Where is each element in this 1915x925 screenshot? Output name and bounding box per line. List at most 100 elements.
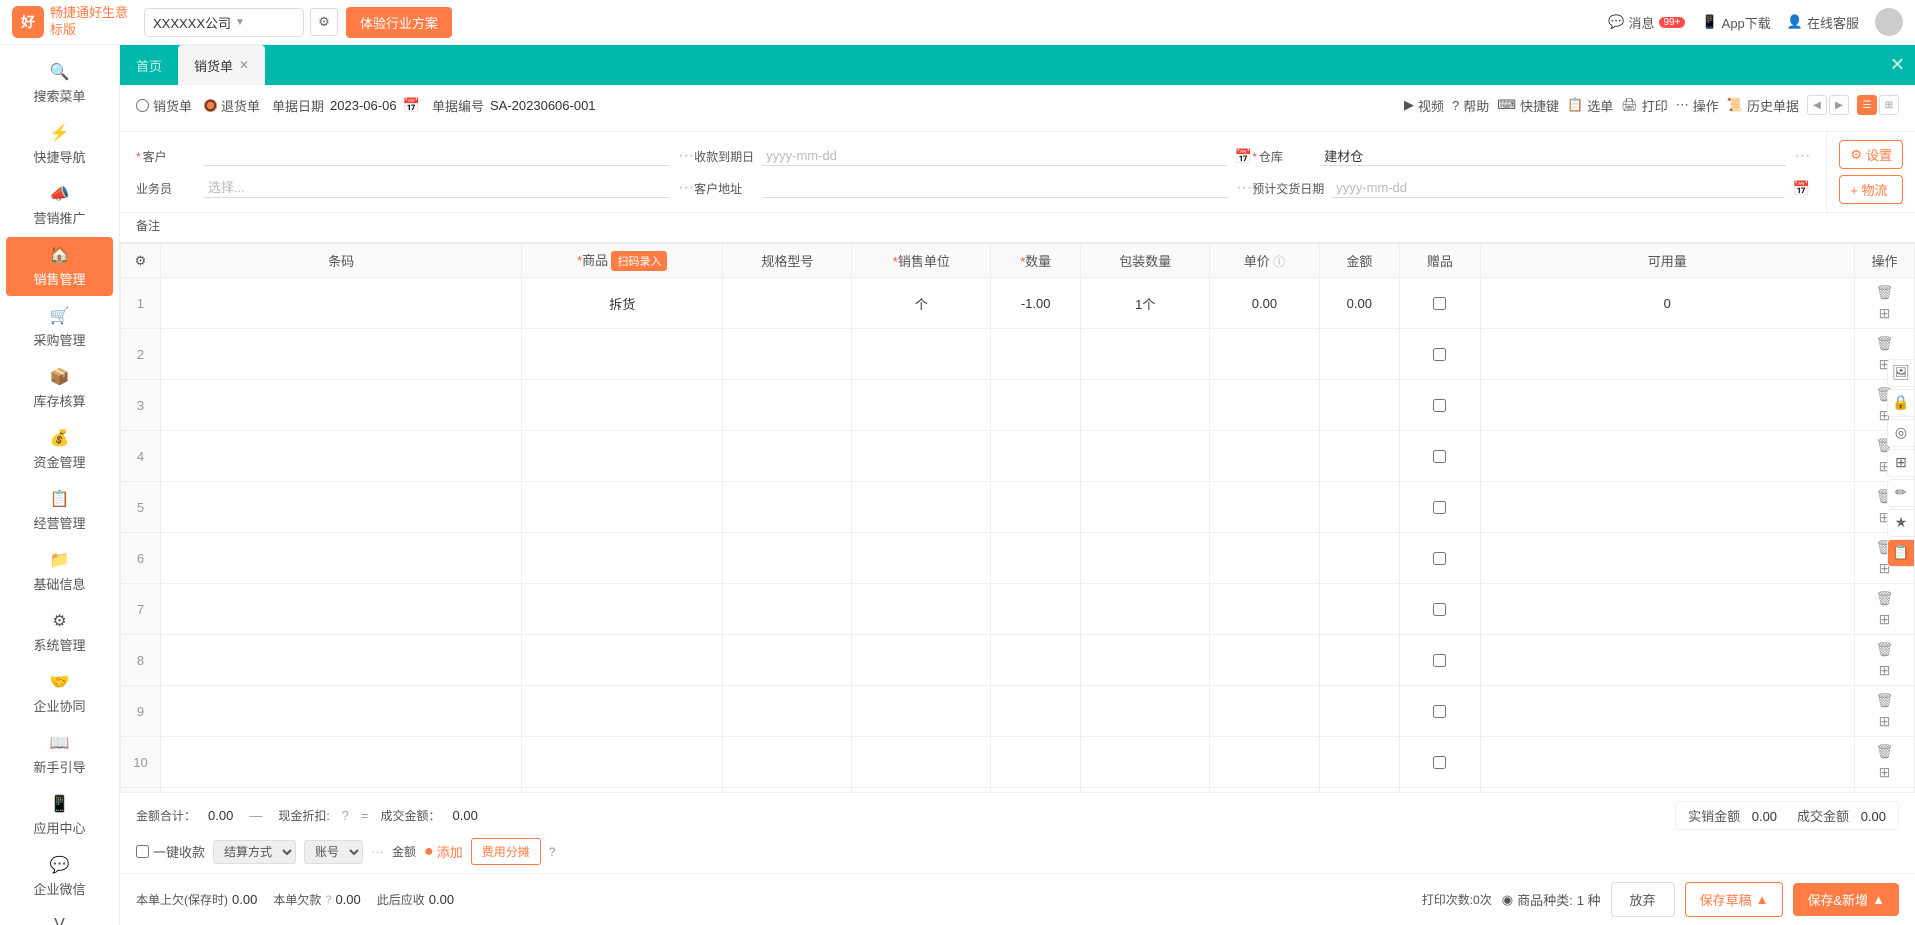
radio-sales-bill[interactable]: 销货单 — [136, 96, 192, 115]
row-pack-qty[interactable] — [1081, 635, 1210, 686]
row-spec[interactable] — [723, 278, 852, 329]
row-product[interactable] — [522, 533, 723, 584]
row-spec[interactable] — [723, 584, 852, 635]
row-pack-qty[interactable] — [1081, 329, 1210, 380]
customer-input[interactable] — [204, 146, 670, 166]
tab-bar-close-btn[interactable]: ✕ — [1890, 55, 1905, 76]
row-quantity[interactable] — [991, 737, 1081, 788]
calendar-icon[interactable]: 📅 — [403, 97, 420, 114]
row-pack-qty[interactable] — [1081, 431, 1210, 482]
row-pack-qty[interactable] — [1081, 686, 1210, 737]
warehouse-more-icon[interactable]: ··· — [1794, 147, 1810, 165]
row-amount[interactable] — [1319, 737, 1400, 788]
expense-help-icon[interactable]: ? — [549, 845, 556, 859]
row-gift[interactable] — [1400, 635, 1481, 686]
avatar[interactable] — [1875, 8, 1903, 36]
row-pack-qty[interactable] — [1081, 482, 1210, 533]
row-barcode[interactable] — [161, 380, 522, 431]
row-barcode[interactable] — [161, 686, 522, 737]
one-click-pay-checkbox[interactable]: 一键收款 — [136, 842, 205, 861]
payment-date-input[interactable] — [762, 146, 1227, 166]
radio-return-bill[interactable]: 退货单 — [204, 96, 260, 115]
expense-split-btn[interactable]: 费用分摊 — [471, 838, 541, 865]
copy-row-btn[interactable]: ⊞ — [1875, 762, 1895, 783]
addr-more-icon[interactable]: ··· — [1236, 179, 1252, 197]
copy-row-btn[interactable]: ⊞ — [1875, 609, 1895, 630]
row-spec[interactable] — [723, 431, 852, 482]
row-quantity[interactable]: -1.00 — [991, 278, 1081, 329]
sidebar-item-guide[interactable]: 📖 新手引导 — [6, 725, 113, 784]
row-pack-qty[interactable]: 1个 — [1081, 278, 1210, 329]
float-star-btn[interactable]: ★ — [1887, 509, 1915, 537]
float-image-btn[interactable]: 🖼 — [1887, 359, 1915, 387]
row-amount[interactable]: 0.00 — [1319, 278, 1400, 329]
row-unit[interactable] — [852, 686, 991, 737]
float-circle-btn[interactable]: ◎ — [1887, 419, 1915, 447]
row-unit-price[interactable] — [1210, 635, 1319, 686]
next-btn[interactable]: ▶ — [1829, 95, 1849, 115]
online-service-btn[interactable]: 👤 在线客服 — [1787, 13, 1859, 32]
sidebar-item-wechat[interactable]: 💬 企业微信 — [6, 847, 113, 906]
customer-addr-input[interactable] — [762, 178, 1228, 198]
prev-btn[interactable]: ◀ — [1807, 95, 1827, 115]
delete-row-btn[interactable]: 🗑 — [1872, 690, 1898, 711]
row-quantity[interactable] — [991, 380, 1081, 431]
row-amount[interactable] — [1319, 431, 1400, 482]
warehouse-input[interactable] — [1320, 146, 1786, 166]
row-product[interactable] — [522, 329, 723, 380]
row-quantity[interactable] — [991, 635, 1081, 686]
row-unit[interactable] — [852, 329, 991, 380]
row-gift[interactable] — [1400, 329, 1481, 380]
row-amount[interactable] — [1319, 380, 1400, 431]
row-unit[interactable] — [852, 584, 991, 635]
shortcut-btn[interactable]: ⌨ 快捷键 — [1497, 96, 1559, 115]
row-barcode[interactable] — [161, 635, 522, 686]
row-unit[interactable] — [852, 533, 991, 584]
row-pack-qty[interactable] — [1081, 584, 1210, 635]
row-product[interactable]: 拆货 — [522, 278, 723, 329]
copy-row-btn[interactable]: ⊞ — [1875, 660, 1895, 681]
add-btn[interactable]: ● 添加 — [424, 842, 463, 861]
row-amount[interactable] — [1319, 329, 1400, 380]
settings-action-btn[interactable]: ⚙ 设置 — [1839, 140, 1903, 169]
row-amount[interactable] — [1319, 584, 1400, 635]
row-quantity[interactable] — [991, 533, 1081, 584]
customer-more-icon[interactable]: ··· — [678, 147, 694, 165]
settings-button[interactable]: ⚙ — [310, 8, 338, 36]
delete-row-btn[interactable]: 🗑 — [1872, 333, 1898, 354]
row-quantity[interactable] — [991, 584, 1081, 635]
tab-close-icon[interactable]: ✕ — [239, 58, 249, 72]
row-amount[interactable] — [1319, 635, 1400, 686]
row-unit-price[interactable] — [1210, 380, 1319, 431]
row-unit-price[interactable] — [1210, 482, 1319, 533]
float-table-btn[interactable]: ⊞ — [1887, 449, 1915, 477]
tab-sales-bill[interactable]: 销货单 ✕ — [178, 45, 265, 85]
print-btn[interactable]: 🖨 打印 — [1621, 96, 1668, 115]
row-barcode[interactable] — [161, 584, 522, 635]
sidebar-item-base-info[interactable]: 📁 基础信息 — [6, 542, 113, 601]
list-view-btn[interactable]: ☰ — [1857, 95, 1877, 115]
abandon-button[interactable]: 放弃 — [1611, 882, 1675, 917]
operation-btn[interactable]: ⋯ 操作 — [1676, 96, 1719, 115]
logistics-btn[interactable]: + 物流 — [1839, 175, 1903, 204]
row-pack-qty[interactable] — [1081, 737, 1210, 788]
row-gift[interactable] — [1400, 584, 1481, 635]
row-pack-qty[interactable] — [1081, 380, 1210, 431]
row-product[interactable] — [522, 584, 723, 635]
row-barcode[interactable] — [161, 482, 522, 533]
account-more-icon[interactable]: ··· — [371, 844, 384, 859]
row-spec[interactable] — [723, 737, 852, 788]
delete-row-btn[interactable]: 🗑 — [1872, 282, 1898, 303]
sidebar-item-business[interactable]: 📋 经营管理 — [6, 481, 113, 540]
row-unit-price[interactable] — [1210, 737, 1319, 788]
delete-row-btn[interactable]: 🗑 — [1872, 588, 1898, 609]
row-unit-price[interactable] — [1210, 584, 1319, 635]
row-amount[interactable] — [1319, 482, 1400, 533]
row-spec[interactable] — [723, 686, 852, 737]
table-settings-icon[interactable]: ⚙ — [135, 253, 147, 268]
row-gift[interactable] — [1400, 482, 1481, 533]
row-product[interactable] — [522, 482, 723, 533]
delete-row-btn[interactable]: 🗑 — [1872, 741, 1898, 762]
row-barcode[interactable] — [161, 737, 522, 788]
row-unit-price[interactable] — [1210, 533, 1319, 584]
